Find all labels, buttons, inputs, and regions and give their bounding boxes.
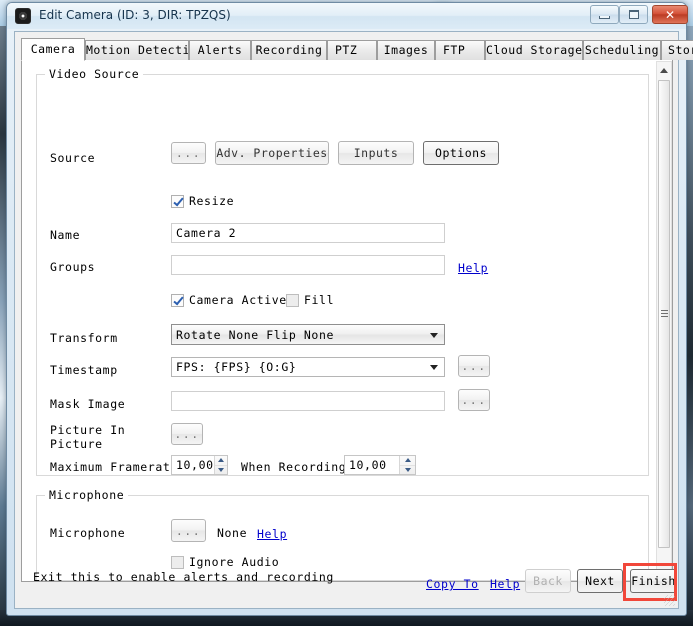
groups-input[interactable] [171,255,445,275]
tab-recording[interactable]: Recording [251,40,327,60]
chevron-down-icon [430,365,438,370]
tab-alerts[interactable]: Alerts [189,40,251,60]
edit-camera-dialog: Edit Camera (ID: 3, DIR: TPZQS) ✕ Camera… [6,2,693,616]
picture-in-picture-browse-button[interactable]: ... [171,423,203,445]
camera-settings-page: Video Source Source ... Adv. Properties … [21,60,673,582]
fill-checkbox-label: Fill [304,293,335,307]
close-icon: ✕ [664,7,676,22]
mask-image-browse-button[interactable]: ... [458,389,490,411]
minimize-icon [591,6,618,23]
tab-ftp[interactable]: FTP [435,40,485,60]
mask-image-input[interactable] [171,391,445,411]
picture-in-picture-label-line1: Picture In [50,423,126,437]
mask-image-label: Mask Image [50,397,126,411]
microphone-label: Microphone [50,526,126,540]
options-button[interactable]: Options [423,141,499,165]
when-recording-stepper[interactable]: 10,00 [344,455,416,475]
microphone-group-title: Microphone [45,488,129,502]
microphone-help-link[interactable]: Help [257,527,287,541]
tab-storage[interactable]: Storage [661,40,693,60]
camera-active-checkbox-box [171,293,184,307]
transform-label: Transform [50,331,118,345]
stepper-down-icon[interactable] [215,466,227,475]
source-label: Source [50,151,96,165]
camera-active-checkbox-label: Camera Active [189,293,287,307]
transform-combobox[interactable]: Rotate None Flip None [171,324,445,345]
timestamp-label: Timestamp [50,363,118,377]
camera-active-checkbox[interactable]: Camera Active [171,293,287,307]
maximum-framerate-stepper[interactable]: 10,00 [171,455,228,475]
transform-combobox-value: Rotate None Flip None [176,327,334,342]
groups-help-link[interactable]: Help [458,261,488,275]
finish-button[interactable]: Finish [630,569,677,593]
next-button[interactable]: Next [577,569,623,593]
tab-images[interactable]: Images [377,40,435,60]
back-button[interactable]: Back [525,569,571,593]
maximum-framerate-label: Maximum Framerate [50,460,178,474]
title-bar[interactable]: Edit Camera (ID: 3, DIR: TPZQS) ✕ [7,3,688,29]
maximize-icon [620,6,647,23]
help-link[interactable]: Help [490,577,520,591]
resize-grip-icon[interactable] [664,595,675,606]
stepper-down-icon[interactable] [400,466,415,475]
tab-motion-detection[interactable]: Motion Detection [85,40,189,60]
adv-properties-button[interactable]: Adv. Properties [215,141,329,165]
chevron-down-icon [430,332,438,338]
resize-checkbox-label: Resize [189,194,235,208]
close-button[interactable]: ✕ [652,5,688,24]
tab-scheduling[interactable]: Scheduling [583,40,661,60]
window-title: Edit Camera (ID: 3, DIR: TPZQS) [39,8,231,22]
tab-strip: Camera Motion Detection Alerts Recording… [21,38,693,61]
tab-ptz[interactable]: PTZ [327,40,377,60]
resize-checkbox-box [171,194,184,208]
fill-checkbox[interactable]: Fill [286,293,334,307]
microphone-value: None [217,526,248,540]
copy-to-link[interactable]: Copy To [426,577,479,591]
vertical-scrollbar[interactable] [656,61,672,581]
source-browse-button[interactable]: ... [171,142,206,164]
tab-cloud-storage[interactable]: Cloud Storage [485,40,583,60]
tab-camera[interactable]: Camera [21,38,85,61]
camera-icon [15,8,31,24]
name-input[interactable]: Camera 2 [171,223,445,243]
resize-checkbox[interactable]: Resize [171,194,234,208]
when-recording-label: When Recording [241,460,347,474]
maximize-button[interactable] [619,5,648,24]
video-source-group: Video Source [36,67,649,476]
chevron-up-icon [660,67,668,73]
scrollbar-up-button[interactable] [657,62,671,78]
timestamp-browse-button[interactable]: ... [458,355,490,377]
scrollbar-thumb[interactable] [658,80,670,548]
scrollbar-grip-icon [661,310,668,318]
name-label: Name [50,228,81,242]
groups-label: Groups [50,260,96,274]
dialog-footer: Exit this to enable alerts and recording… [15,560,678,608]
video-source-group-title: Video Source [45,67,144,81]
maximum-framerate-value: 10,00 [176,458,214,472]
minimize-button[interactable] [590,5,619,24]
footer-note: Exit this to enable alerts and recording [33,570,334,584]
when-recording-arrows[interactable] [399,456,415,474]
inputs-button[interactable]: Inputs [338,141,414,165]
stepper-up-icon[interactable] [214,456,227,466]
when-recording-value: 10,00 [349,458,387,472]
camera-settings-content: Video Source Source ... Adv. Properties … [22,60,657,581]
microphone-browse-button[interactable]: ... [171,519,206,542]
picture-in-picture-label-line2: Picture [50,437,103,451]
dialog-client-area: Camera Motion Detection Alerts Recording… [14,31,693,609]
timestamp-combobox-value: FPS: {FPS} {O:G} [176,360,297,374]
maximum-framerate-arrows[interactable] [213,456,227,475]
fill-checkbox-box [286,293,299,307]
stepper-up-icon[interactable] [400,456,415,466]
timestamp-combobox[interactable]: FPS: {FPS} {O:G} [171,357,445,377]
